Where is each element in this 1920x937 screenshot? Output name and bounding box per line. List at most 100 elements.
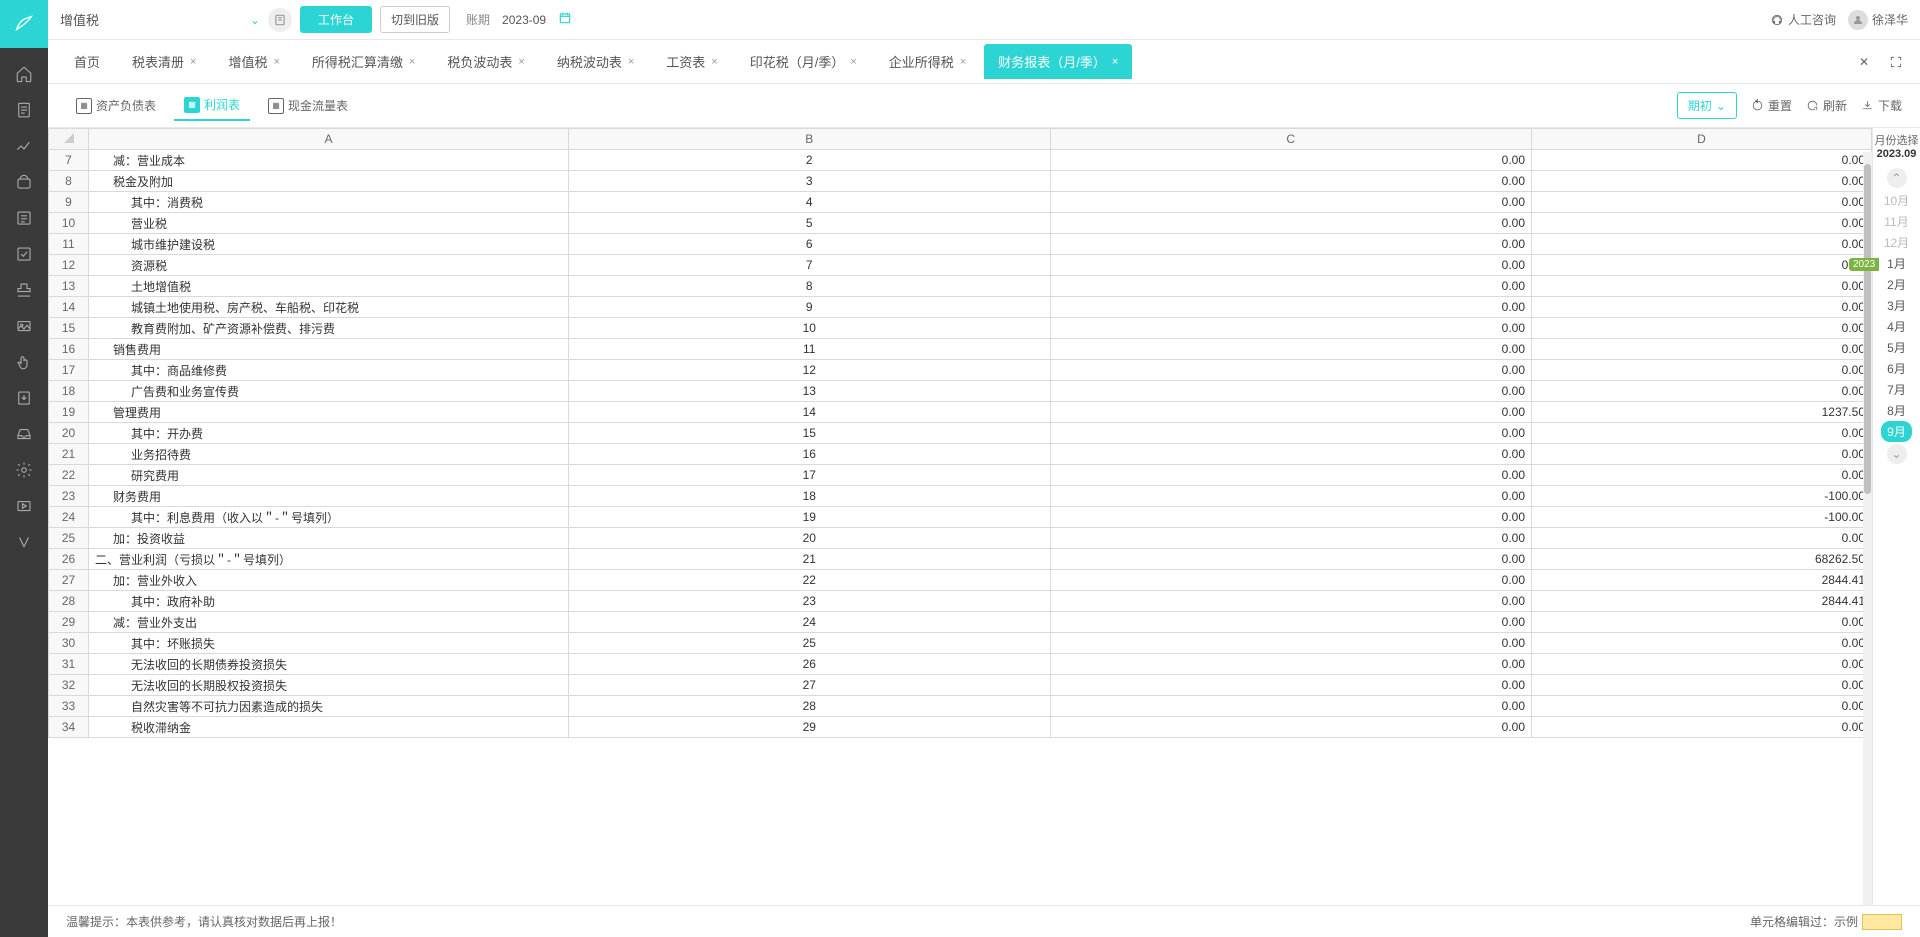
- month-item[interactable]: 3月: [1881, 295, 1912, 316]
- nav-v-icon[interactable]: [0, 524, 48, 560]
- cell[interactable]: 14: [569, 402, 1051, 423]
- cell[interactable]: 减：营业成本: [89, 150, 569, 171]
- refresh-button[interactable]: 刷新: [1806, 97, 1847, 114]
- period-dropdown[interactable]: 期初 ⌄: [1677, 92, 1737, 119]
- month-item[interactable]: 4月: [1881, 316, 1912, 337]
- cell[interactable]: 0.00: [1532, 633, 1872, 654]
- close-icon[interactable]: ×: [409, 56, 415, 68]
- row-header[interactable]: 23: [49, 486, 89, 507]
- column-header[interactable]: D: [1532, 129, 1872, 150]
- row-header[interactable]: 11: [49, 234, 89, 255]
- row-header[interactable]: 32: [49, 675, 89, 696]
- fullscreen-button[interactable]: [1884, 50, 1908, 74]
- nav-home-icon[interactable]: [0, 56, 48, 92]
- cell[interactable]: 0.00: [1050, 423, 1532, 444]
- cell[interactable]: 0.00: [1050, 360, 1532, 381]
- cell[interactable]: 15: [569, 423, 1051, 444]
- cell[interactable]: 0.00: [1532, 234, 1872, 255]
- cell[interactable]: 17: [569, 465, 1051, 486]
- cell[interactable]: 0.00: [1050, 549, 1532, 570]
- cell[interactable]: 加：投资收益: [89, 528, 569, 549]
- cell[interactable]: 研究费用: [89, 465, 569, 486]
- close-icon[interactable]: ×: [190, 56, 196, 68]
- cell[interactable]: 税金及附加: [89, 171, 569, 192]
- nav-image-icon[interactable]: [0, 308, 48, 344]
- nav-list-icon[interactable]: [0, 200, 48, 236]
- row-header[interactable]: 21: [49, 444, 89, 465]
- cell[interactable]: 财务费用: [89, 486, 569, 507]
- cell[interactable]: 0.00: [1532, 255, 1872, 276]
- nav-export-icon[interactable]: [0, 380, 48, 416]
- cell[interactable]: 税收滞纳金: [89, 717, 569, 738]
- cell[interactable]: 0.00: [1050, 255, 1532, 276]
- nav-gear-icon[interactable]: [0, 452, 48, 488]
- row-header[interactable]: 13: [49, 276, 89, 297]
- month-item[interactable]: 5月: [1881, 337, 1912, 358]
- row-header[interactable]: 34: [49, 717, 89, 738]
- row-header[interactable]: 26: [49, 549, 89, 570]
- cell[interactable]: 0.00: [1532, 675, 1872, 696]
- cell[interactable]: 0.00: [1050, 150, 1532, 171]
- cell[interactable]: 0.00: [1532, 717, 1872, 738]
- nav-check-icon[interactable]: [0, 236, 48, 272]
- cell[interactable]: 无法收回的长期债券投资损失: [89, 654, 569, 675]
- row-header[interactable]: 18: [49, 381, 89, 402]
- nav-chart-icon[interactable]: [0, 128, 48, 164]
- cell[interactable]: 加：营业外收入: [89, 570, 569, 591]
- cell[interactable]: 6: [569, 234, 1051, 255]
- cell[interactable]: 19: [569, 507, 1051, 528]
- row-header[interactable]: 20: [49, 423, 89, 444]
- cell[interactable]: 0.00: [1050, 381, 1532, 402]
- close-icon[interactable]: ×: [960, 56, 966, 68]
- cell[interactable]: 0.00: [1532, 192, 1872, 213]
- row-header[interactable]: 10: [49, 213, 89, 234]
- cell[interactable]: 管理费用: [89, 402, 569, 423]
- tab[interactable]: 所得税汇算清缴×: [298, 44, 429, 79]
- cell[interactable]: 0.00: [1050, 486, 1532, 507]
- cell[interactable]: 0.00: [1050, 633, 1532, 654]
- row-header[interactable]: 8: [49, 171, 89, 192]
- download-button[interactable]: 下载: [1861, 97, 1902, 114]
- cell[interactable]: 0.00: [1532, 339, 1872, 360]
- cell[interactable]: 10: [569, 318, 1051, 339]
- cell[interactable]: 0.00: [1050, 465, 1532, 486]
- cell[interactable]: 0.00: [1050, 675, 1532, 696]
- sheet-corner[interactable]: [49, 129, 89, 150]
- month-prev-button[interactable]: ⌃: [1887, 168, 1907, 188]
- cell[interactable]: 0.00: [1050, 507, 1532, 528]
- cell[interactable]: 0.00: [1532, 612, 1872, 633]
- cell[interactable]: 教育费附加、矿产资源补偿费、排污费: [89, 318, 569, 339]
- cell[interactable]: 土地增值税: [89, 276, 569, 297]
- user-menu[interactable]: 徐泽华: [1848, 10, 1908, 30]
- spreadsheet[interactable]: ABCD7减：营业成本20.000.008税金及附加30.000.009其中：消…: [48, 128, 1872, 905]
- cell[interactable]: 5: [569, 213, 1051, 234]
- cell[interactable]: 广告费和业务宣传费: [89, 381, 569, 402]
- cell[interactable]: 7: [569, 255, 1051, 276]
- cell[interactable]: 68262.50: [1532, 549, 1872, 570]
- row-header[interactable]: 22: [49, 465, 89, 486]
- subtab[interactable]: ▦利润表: [174, 90, 250, 121]
- cell[interactable]: 28: [569, 696, 1051, 717]
- cell[interactable]: 0.00: [1532, 696, 1872, 717]
- cell[interactable]: 26: [569, 654, 1051, 675]
- month-item[interactable]: 9月: [1881, 421, 1912, 442]
- cell[interactable]: 16: [569, 444, 1051, 465]
- nav-bag-icon[interactable]: [0, 164, 48, 200]
- cell[interactable]: 8: [569, 276, 1051, 297]
- cell[interactable]: 0.00: [1050, 570, 1532, 591]
- cell[interactable]: 自然灾害等不可抗力因素造成的损失: [89, 696, 569, 717]
- cell[interactable]: 业务招待费: [89, 444, 569, 465]
- cell[interactable]: 25: [569, 633, 1051, 654]
- nav-hand-icon[interactable]: [0, 344, 48, 380]
- cell[interactable]: 18: [569, 486, 1051, 507]
- cell[interactable]: 城镇土地使用税、房产税、车船税、印花税: [89, 297, 569, 318]
- row-header[interactable]: 14: [49, 297, 89, 318]
- cell[interactable]: 0.00: [1050, 444, 1532, 465]
- close-icon[interactable]: ×: [628, 56, 634, 68]
- cell[interactable]: 0.00: [1532, 297, 1872, 318]
- app-selector[interactable]: 增值税 ⌄: [60, 10, 260, 29]
- cell[interactable]: 0.00: [1532, 171, 1872, 192]
- cell[interactable]: 2844.41: [1532, 570, 1872, 591]
- cell[interactable]: 其中：坏账损失: [89, 633, 569, 654]
- row-header[interactable]: 28: [49, 591, 89, 612]
